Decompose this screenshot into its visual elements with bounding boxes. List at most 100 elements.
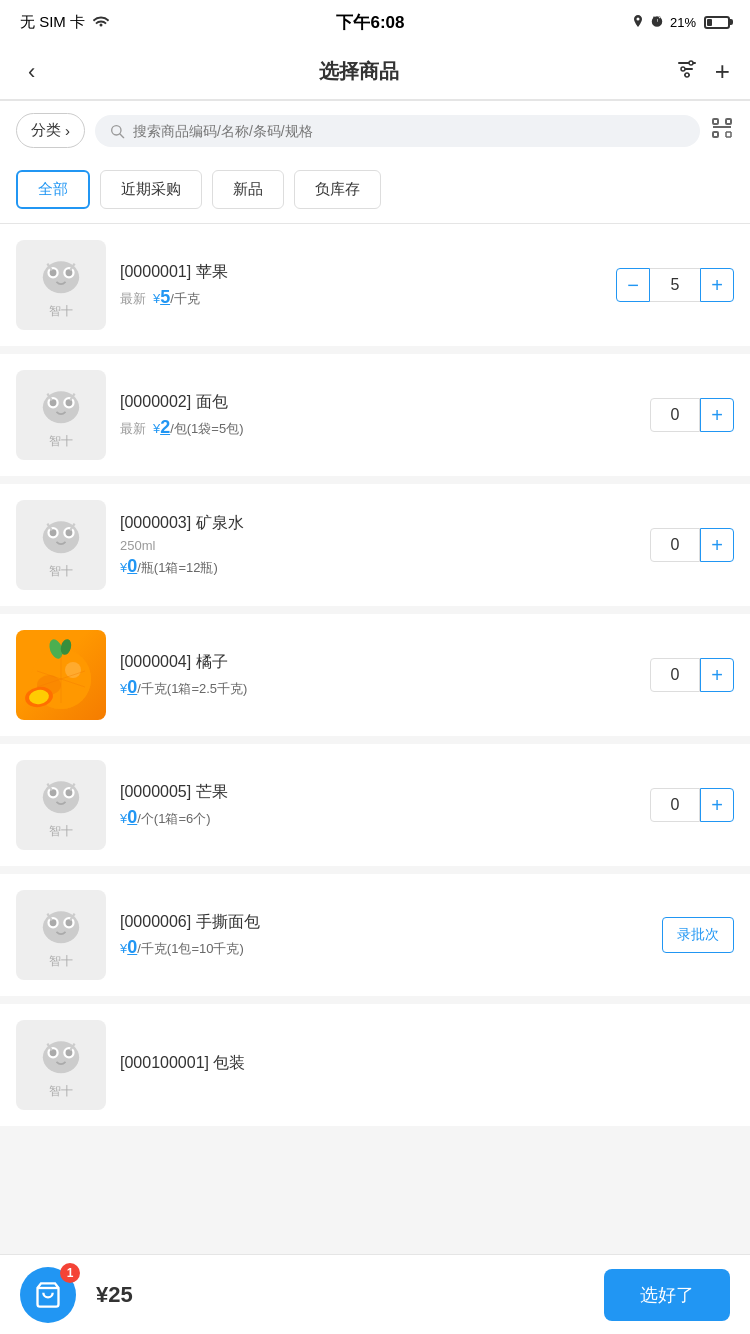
bottom-bar: 1 ¥25 选好了 (0, 1254, 750, 1334)
alarm-icon (650, 15, 664, 29)
battery-icon (704, 16, 730, 29)
qty-input-0000003[interactable] (650, 528, 700, 562)
search-input[interactable] (133, 123, 686, 139)
tab-negative[interactable]: 负库存 (294, 170, 381, 209)
brand-text-6: 智十 (49, 953, 73, 970)
owl-icon (36, 250, 86, 300)
qty-minus-0000001[interactable]: − (616, 268, 650, 302)
cart-button[interactable]: 1 (20, 1267, 76, 1323)
nav-right-buttons: + (675, 56, 730, 87)
qty-control-0000004: + (650, 658, 734, 692)
svg-point-1 (681, 67, 685, 71)
qty-input-0000001[interactable] (650, 268, 700, 302)
add-button[interactable]: + (715, 56, 730, 87)
svg-rect-5 (713, 119, 718, 124)
owl-icon-6 (36, 900, 86, 950)
product-name-000100001: [000100001] 包装 (120, 1053, 734, 1074)
brand-text-3: 智十 (49, 563, 73, 580)
product-info-0000006: [0000006] 手撕面包 ¥0/千克(1包=10千克) (120, 912, 648, 958)
brand-text-7: 智十 (49, 1083, 73, 1100)
product-image-0000004 (16, 630, 106, 720)
product-image-0000003: 智十 (16, 500, 106, 590)
product-info-0000005: [0000005] 芒果 ¥0/个(1箱=6个) (120, 782, 636, 828)
category-chevron: › (65, 122, 70, 139)
product-image-0000006: 智十 (16, 890, 106, 980)
product-price-0000002: 最新 ¥2/包(1袋=5包) (120, 417, 636, 438)
status-right: 21% (632, 15, 730, 30)
batch-button-0000006[interactable]: 录批次 (662, 917, 734, 953)
product-name-0000001: [0000001] 苹果 (120, 262, 602, 283)
product-info-0000004: [0000004] 橘子 ¥0/千克(1箱=2.5千克) (120, 652, 636, 698)
scan-button[interactable] (710, 116, 734, 145)
orange-image (21, 635, 101, 715)
product-price-0000004: ¥0/千克(1箱=2.5千克) (120, 677, 636, 698)
product-name-0000002: [0000002] 面包 (120, 392, 636, 413)
svg-line-4 (120, 134, 124, 138)
product-name-0000005: [0000005] 芒果 (120, 782, 636, 803)
battery-fill (707, 19, 712, 26)
svg-point-31 (65, 662, 81, 678)
product-spec-0000003: 250ml (120, 538, 636, 553)
product-item-0000005: 智十 [0000005] 芒果 ¥0/个(1箱=6个) + (0, 744, 750, 874)
tab-new[interactable]: 新品 (212, 170, 284, 209)
filter-button[interactable] (675, 57, 699, 87)
qty-plus-0000005[interactable]: + (700, 788, 734, 822)
scan-icon (710, 116, 734, 140)
qty-control-0000005: + (650, 788, 734, 822)
product-price-0000003: ¥0/瓶(1箱=12瓶) (120, 556, 636, 577)
svg-point-2 (685, 73, 689, 77)
total-price: ¥25 (96, 1282, 584, 1308)
qty-control-0000003: + (650, 528, 734, 562)
owl-placeholder-7: 智十 (36, 1030, 86, 1100)
product-item-0000003: 智十 [0000003] 矿泉水 250ml ¥0/瓶(1箱=12瓶) + (0, 484, 750, 614)
qty-input-0000005[interactable] (650, 788, 700, 822)
product-info-0000002: [0000002] 面包 最新 ¥2/包(1袋=5包) (120, 392, 636, 438)
product-item-0000004: [0000004] 橘子 ¥0/千克(1箱=2.5千克) + (0, 614, 750, 744)
owl-placeholder-2: 智十 (36, 380, 86, 450)
location-icon (632, 15, 644, 29)
product-name-0000004: [0000004] 橘子 (120, 652, 636, 673)
confirm-button[interactable]: 选好了 (604, 1269, 730, 1321)
product-name-0000006: [0000006] 手撕面包 (120, 912, 648, 933)
product-price-0000005: ¥0/个(1箱=6个) (120, 807, 636, 828)
back-button[interactable]: ‹ (20, 51, 43, 93)
category-button[interactable]: 分类 › (16, 113, 85, 148)
filter-row: 分类 › (0, 101, 750, 160)
owl-icon-7 (36, 1030, 86, 1080)
owl-placeholder-6: 智十 (36, 900, 86, 970)
tab-all[interactable]: 全部 (16, 170, 90, 209)
qty-control-0000001: − + (616, 268, 734, 302)
qty-plus-0000003[interactable]: + (700, 528, 734, 562)
tab-recent[interactable]: 近期采购 (100, 170, 202, 209)
qty-input-0000004[interactable] (650, 658, 700, 692)
product-info-0000001: [0000001] 苹果 最新 ¥5/千克 (120, 262, 602, 308)
product-image-0000002: 智十 (16, 370, 106, 460)
product-price-0000001: 最新 ¥5/千克 (120, 287, 602, 308)
qty-plus-0000001[interactable]: + (700, 268, 734, 302)
wifi-icon (93, 16, 109, 28)
cart-badge: 1 (60, 1263, 80, 1283)
qty-control-0000002: + (650, 398, 734, 432)
product-price-0000006: ¥0/千克(1包=10千克) (120, 937, 648, 958)
category-label: 分类 (31, 121, 61, 140)
qty-input-0000002[interactable] (650, 398, 700, 432)
product-item-0000006: 智十 [0000006] 手撕面包 ¥0/千克(1包=10千克) 录批次 (0, 874, 750, 1004)
status-bar: 无 SIM 卡 下午6:08 21% (0, 0, 750, 44)
status-carrier: 无 SIM 卡 (20, 13, 109, 32)
qty-plus-0000002[interactable]: + (700, 398, 734, 432)
svg-rect-7 (713, 132, 718, 137)
owl-icon-3 (36, 510, 86, 560)
product-image-000100001: 智十 (16, 1020, 106, 1110)
qty-plus-0000004[interactable]: + (700, 658, 734, 692)
search-icon (109, 123, 125, 139)
brand-text-2: 智十 (49, 433, 73, 450)
tab-row: 全部 近期采购 新品 负库存 (0, 160, 750, 224)
carrier-text: 无 SIM 卡 (20, 13, 85, 32)
product-item-0000002: 智十 [0000002] 面包 最新 ¥2/包(1袋=5包) + (0, 354, 750, 484)
brand-text: 智十 (49, 303, 73, 320)
product-item-000100001: 智十 [000100001] 包装 (0, 1004, 750, 1134)
product-list: 智十 [0000001] 苹果 最新 ¥5/千克 − + (0, 224, 750, 1224)
status-time: 下午6:08 (336, 11, 404, 34)
svg-point-0 (689, 61, 693, 65)
product-info-000100001: [000100001] 包装 (120, 1053, 734, 1078)
